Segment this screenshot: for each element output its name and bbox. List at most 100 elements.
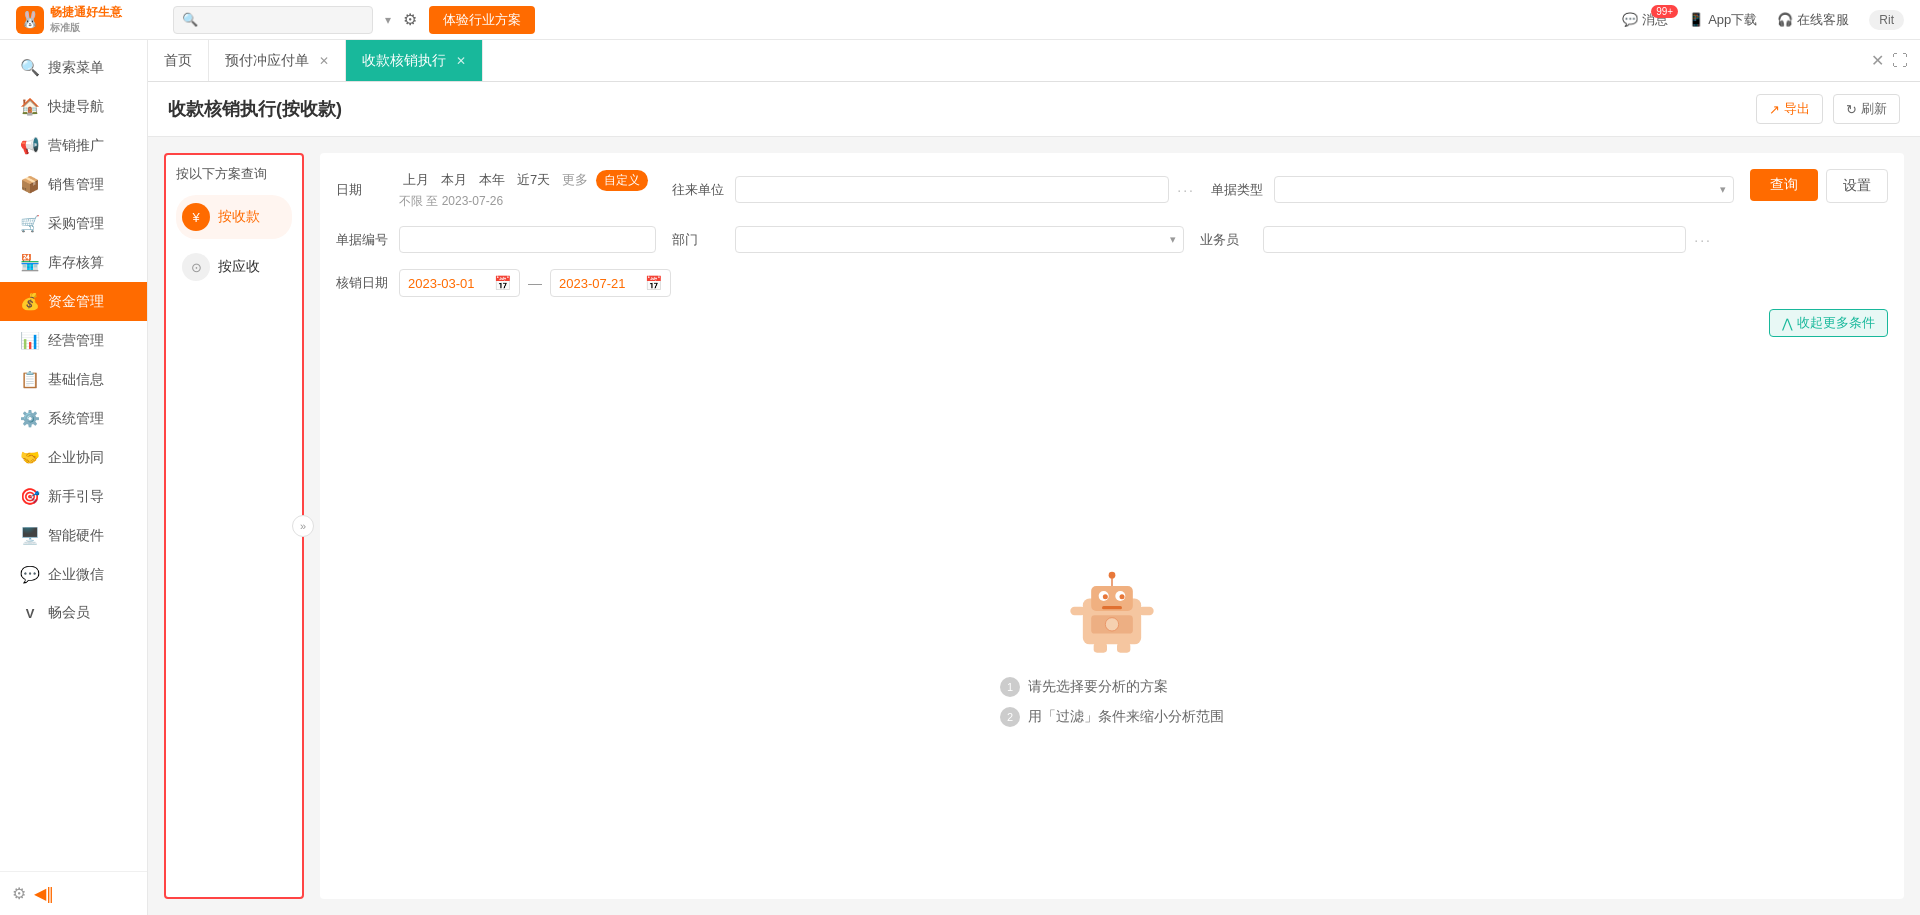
tab-bar: 首页 预付冲应付单 ✕ 收款核销执行 ✕ ✕ ⛶ (148, 40, 1920, 82)
by-receivable-label: 按应收 (218, 258, 260, 276)
date-btn-7days[interactable]: 近7天 (513, 169, 554, 191)
weixin-icon: 💬 (20, 565, 40, 584)
sidebar-settings-icon[interactable]: ⚙ (12, 884, 26, 903)
staff-label: 业务员 (1200, 231, 1255, 249)
message-icon: 💬 (1622, 12, 1638, 27)
sidebar-label-basic-info: 基础信息 (48, 371, 104, 389)
sidebar-collapse-icon[interactable]: ◀‖ (34, 884, 54, 903)
partner-more-icon[interactable]: ··· (1177, 182, 1195, 198)
content-area: 按以下方案查询 ¥ 按收款 ⊙ 按应收 » 日期 (148, 137, 1920, 915)
staff-input[interactable] (1263, 226, 1686, 253)
sidebar-item-basic-info[interactable]: 📋 基础信息 (0, 360, 147, 399)
verify-date-range: 2023-03-01 📅 — 2023-07-21 📅 (399, 269, 671, 297)
date-range-dash: — (528, 275, 542, 291)
date-btn-this-month[interactable]: 本月 (437, 169, 471, 191)
tab-home-label: 首页 (164, 52, 192, 70)
export-button[interactable]: ↗ 导出 (1756, 94, 1823, 124)
verify-date-label: 核销日期 (336, 274, 391, 292)
sales-icon: 📦 (20, 175, 40, 194)
refresh-button[interactable]: ↻ 刷新 (1833, 94, 1900, 124)
sidebar-item-sales[interactable]: 📦 销售管理 (0, 165, 147, 204)
tab-receipts[interactable]: 收款核销执行 ✕ (346, 40, 483, 81)
verify-date-end-group[interactable]: 2023-07-21 📅 (550, 269, 671, 297)
verify-date-start-calendar-icon[interactable]: 📅 (494, 275, 511, 291)
date-btn-more[interactable]: 更多 (558, 169, 592, 191)
industry-solution-button[interactable]: 体验行业方案 (429, 6, 535, 34)
sidebar-label-system: 系统管理 (48, 410, 104, 428)
message-badge[interactable]: 💬 消息 99+ (1622, 11, 1668, 29)
staff-more-icon[interactable]: ··· (1694, 232, 1712, 248)
search-chevron-icon[interactable]: ▾ (385, 13, 391, 27)
sidebar-item-hardware[interactable]: 🖥️ 智能硬件 (0, 516, 147, 555)
tab-prepay-close-icon[interactable]: ✕ (319, 54, 329, 68)
tab-close-all-icon[interactable]: ✕ (1871, 51, 1884, 70)
top-bar-right: 💬 消息 99+ 📱 App下载 🎧 在线客服 Rit (1622, 10, 1904, 30)
sidebar-item-marketing[interactable]: 📢 营销推广 (0, 126, 147, 165)
filter-panel-title: 按以下方案查询 (176, 165, 292, 183)
marketing-icon: 📢 (20, 136, 40, 155)
sidebar-item-quick-nav[interactable]: 🏠 快捷导航 (0, 87, 147, 126)
top-search-bar[interactable]: 🔍 (173, 6, 373, 34)
app-title: 畅捷通好生意 (50, 4, 122, 21)
app-logo: 🐰 畅捷通好生意 标准版 (16, 4, 161, 35)
dept-select[interactable] (735, 226, 1184, 253)
collapse-more-button[interactable]: ⋀ 收起更多条件 (1769, 309, 1888, 337)
verify-date-end-text: 2023-07-21 (559, 276, 639, 291)
doc-no-input[interactable] (399, 226, 656, 253)
query-button[interactable]: 查询 (1750, 169, 1818, 201)
tip-text-1: 请先选择要分析的方案 (1028, 678, 1168, 696)
settings-gear-icon[interactable]: ⚙ (403, 10, 417, 29)
date-no-limit-text: 不限 至 2023-07-26 (399, 193, 648, 210)
sidebar-item-member[interactable]: V 畅会员 (0, 594, 147, 632)
app-download-link[interactable]: 📱 App下载 (1688, 11, 1757, 29)
sidebar-item-search-menu[interactable]: 🔍 搜索菜单 (0, 48, 147, 87)
user-name-display[interactable]: Rit (1869, 10, 1904, 30)
tab-prepay[interactable]: 预付冲应付单 ✕ (209, 40, 346, 81)
verify-date-end-calendar-icon[interactable]: 📅 (645, 275, 662, 291)
collapse-chevron-icon: ⋀ (1782, 316, 1793, 331)
sidebar-item-business[interactable]: 📊 经营管理 (0, 321, 147, 360)
date-label: 日期 (336, 181, 391, 199)
verify-date-field: 核销日期 2023-03-01 📅 — 2023-07-21 📅 (336, 269, 671, 297)
sidebar-label-sales: 销售管理 (48, 176, 104, 194)
sidebar-item-system[interactable]: ⚙️ 系统管理 (0, 399, 147, 438)
partner-input[interactable] (735, 176, 1169, 203)
sidebar-item-inventory[interactable]: 🏪 库存核算 (0, 243, 147, 282)
doc-type-select[interactable] (1274, 176, 1734, 203)
sidebar-item-finance[interactable]: 💰 资金管理 (0, 282, 147, 321)
date-btn-this-year[interactable]: 本年 (475, 169, 509, 191)
date-btn-last-month[interactable]: 上月 (399, 169, 433, 191)
tab-receipts-close-icon[interactable]: ✕ (456, 54, 466, 68)
partner-label: 往来单位 (672, 181, 727, 199)
tab-expand-icon[interactable]: ⛶ (1892, 52, 1908, 70)
tab-home[interactable]: 首页 (148, 40, 209, 81)
filter-panel-collapse-arrow[interactable]: » (292, 515, 314, 537)
sidebar-label-purchase: 采购管理 (48, 215, 104, 233)
doc-no-field: 单据编号 (336, 226, 656, 253)
filter-option-by-receipt[interactable]: ¥ 按收款 (176, 195, 292, 239)
app-download-label: App下载 (1708, 11, 1757, 29)
main-content: 首页 预付冲应付单 ✕ 收款核销执行 ✕ ✕ ⛶ 收款核销执行(按收款) ↗ 导… (148, 40, 1920, 915)
dept-label: 部门 (672, 231, 727, 249)
filter-panel: 按以下方案查询 ¥ 按收款 ⊙ 按应收 » (164, 153, 304, 899)
basic-info-icon: 📋 (20, 370, 40, 389)
partner-field: 往来单位 ··· (672, 169, 1195, 210)
export-icon: ↗ (1769, 102, 1780, 117)
tab-receipts-label: 收款核销执行 (362, 52, 446, 70)
sidebar: 🔍 搜索菜单 🏠 快捷导航 📢 营销推广 📦 销售管理 🛒 采购管理 🏪 库存核… (0, 40, 148, 915)
date-btn-custom[interactable]: 自定义 (596, 170, 648, 191)
sidebar-item-enterprise[interactable]: 🤝 企业协同 (0, 438, 147, 477)
download-icon: 📱 (1688, 12, 1704, 27)
query-settings-button[interactable]: 设置 (1826, 169, 1888, 203)
doc-type-field: 单据类型 ▾ (1211, 169, 1734, 210)
doc-type-label: 单据类型 (1211, 181, 1266, 199)
sidebar-item-purchase[interactable]: 🛒 采购管理 (0, 204, 147, 243)
filter-option-by-receivable[interactable]: ⊙ 按应收 (176, 245, 292, 289)
empty-tips: 1 请先选择要分析的方案 2 用「过滤」条件来缩小分析范围 (1000, 677, 1224, 727)
sidebar-item-weixin[interactable]: 💬 企业微信 (0, 555, 147, 594)
online-service-link[interactable]: 🎧 在线客服 (1777, 11, 1849, 29)
query-row-1: 日期 上月 本月 本年 近7天 更多 自定义 不限 至 2023-07-26 (336, 169, 1888, 210)
verify-date-start-group[interactable]: 2023-03-01 📅 (399, 269, 520, 297)
sidebar-label-search-menu: 搜索菜单 (48, 59, 104, 77)
sidebar-item-newbie[interactable]: 🎯 新手引导 (0, 477, 147, 516)
